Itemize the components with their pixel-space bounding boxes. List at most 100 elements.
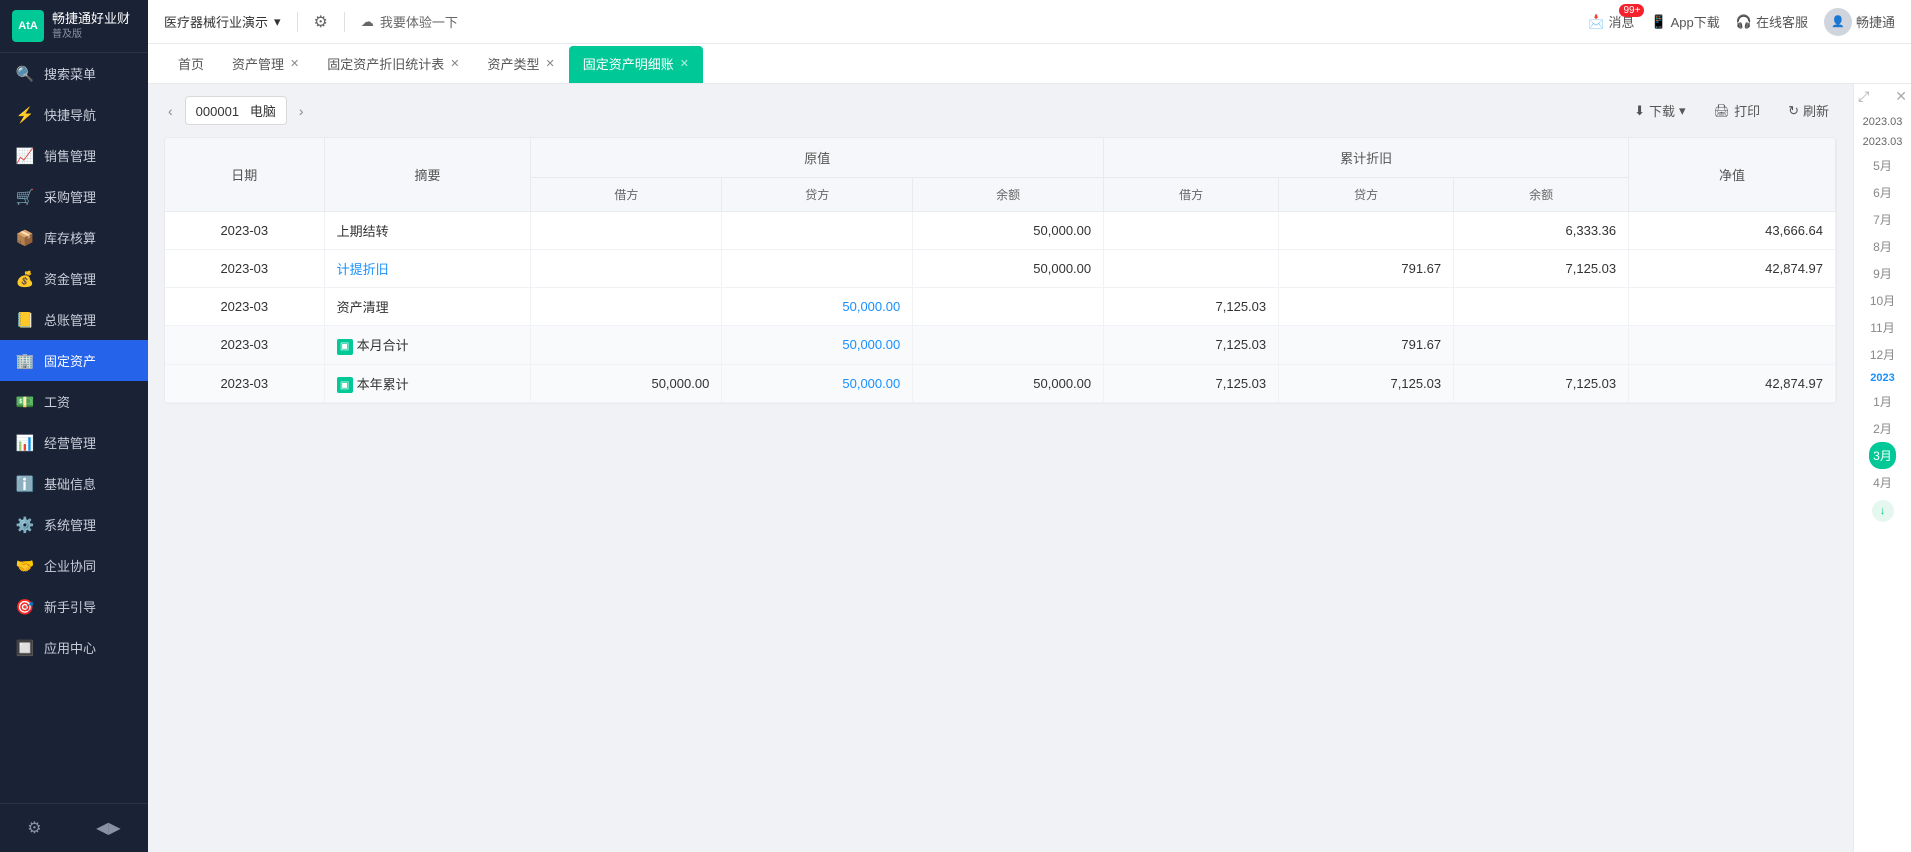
customer-service-label: 在线客服 [1756,12,1808,31]
search-icon: 🔍 [16,65,34,83]
tab-asset-mgmt[interactable]: 资产管理 ✕ [218,46,313,83]
company-selector[interactable]: 医疗器械行业演示 ▾ [164,12,281,31]
detail-table-container: 日期 摘要 原值 累计折旧 净值 借方 贷方 余额 借方 贷方 余额 [164,137,1837,404]
user-btn[interactable]: 👤 畅捷通 [1824,8,1895,36]
handshake-icon: 🤝 [16,557,34,575]
next-asset-btn[interactable]: › [295,101,308,121]
sidebar-item-salary[interactable]: 💵 工资 [0,381,148,422]
cell-dep-debit: 7,125.03 [1104,364,1279,403]
timeline-expand-btn[interactable]: ⤢ [1858,88,1869,105]
timeline-header-1: 2023.03 [1863,112,1903,132]
cell-orig-debit [531,326,722,365]
sidebar-item-fixed-assets[interactable]: 🏢 固定资产 [0,340,148,381]
salary-icon: 💵 [16,393,34,411]
sidebar-item-label: 搜索菜单 [44,64,96,83]
sidebar-bottom: ⚙ ◀▶ [0,803,148,852]
app-download-btn[interactable]: 📱 App下载 [1650,12,1719,31]
timeline-year-2023: 2023 [1870,368,1894,388]
cell-net-value: 42,874.97 [1629,364,1836,403]
print-btn[interactable]: 🖨 打印 [1706,97,1769,124]
timeline-month[interactable]: 8月 [1866,233,1899,260]
sidebar-item-capital[interactable]: 💰 资金管理 [0,258,148,299]
sidebar-item-search[interactable]: 🔍 搜索菜单 [0,53,148,94]
download-label: 下载 [1649,101,1675,120]
sidebar-item-quick-nav[interactable]: ⚡ 快捷导航 [0,94,148,135]
tab-asset-detail[interactable]: 固定资产明细账 ✕ [569,46,703,83]
lightning-icon: ⚡ [16,106,34,124]
notification-btn[interactable]: 📩 消息 99+ [1588,12,1634,31]
sidebar-item-label: 基础信息 [44,474,96,493]
cell-date: 2023-03 [165,212,324,250]
sidebar-item-label: 资金管理 [44,269,96,288]
cell-summary: 上期结转 [324,212,531,250]
sidebar-item-label: 固定资产 [44,351,96,370]
tab-asset-type[interactable]: 资产类型 ✕ [473,46,568,83]
sidebar-item-label: 总账管理 [44,310,96,329]
download-icon: ⬇ [1634,103,1645,119]
cart-icon: 🛒 [16,188,34,206]
sidebar-item-basic-info[interactable]: ℹ️ 基础信息 [0,463,148,504]
cell-orig-credit: 50,000.00 [722,364,913,403]
sidebar-item-guide[interactable]: 🎯 新手引导 [0,586,148,627]
cell-orig-debit [531,250,722,288]
timeline-month[interactable]: 4月 [1865,469,1900,496]
tab-close-icon[interactable]: ✕ [680,57,689,70]
cell-net-value [1629,288,1836,326]
timeline-month[interactable]: 11月 [1866,314,1899,341]
timeline-month[interactable]: 5月 [1866,152,1899,179]
sidebar-item-system[interactable]: ⚙️ 系统管理 [0,504,148,545]
sidebar-item-ledger[interactable]: 📒 总账管理 [0,299,148,340]
tab-label: 资产类型 [487,54,539,73]
company-name: 医疗器械行业演示 [164,12,268,31]
tab-close-icon[interactable]: ✕ [546,57,555,70]
cell-net-value: 42,874.97 [1629,250,1836,288]
cell-orig-credit: 50,000.00 [722,288,913,326]
customer-service-btn[interactable]: 🎧 在线客服 [1736,12,1808,31]
sidebar-nav: 🔍 搜索菜单 ⚡ 快捷导航 📈 销售管理 🛒 采购管理 📦 库存核算 💰 资金管… [0,53,148,803]
cell-orig-credit: 50,000.00 [722,326,913,365]
tab-label: 资产管理 [232,54,284,73]
sidebar-item-label: 新手引导 [44,597,96,616]
timeline-month[interactable]: 1月 [1865,388,1900,415]
col-date: 日期 [165,138,324,212]
refresh-btn[interactable]: ↻ 刷新 [1780,97,1837,124]
tab-close-icon[interactable]: ✕ [450,57,459,70]
tab-depreciation-table[interactable]: 固定资产折旧统计表 ✕ [313,46,473,83]
cell-date: 2023-03 [165,288,324,326]
timeline-close-btn[interactable]: ✕ [1895,88,1907,105]
tab-home[interactable]: 首页 [164,46,218,83]
col-orig-balance: 余额 [913,178,1104,212]
timeline-month[interactable]: 7月 [1866,206,1899,233]
timeline-scroll-down[interactable]: ↓ [1872,500,1894,522]
timeline-month[interactable]: 3月 [1869,442,1896,469]
sidebar-item-inventory[interactable]: 📦 库存核算 [0,217,148,258]
timeline-month[interactable]: 2月 [1865,415,1900,442]
tab-label: 首页 [178,54,204,73]
cell-dep-debit: 7,125.03 [1104,326,1279,365]
settings-gear-icon[interactable]: ⚙ [314,12,328,32]
cell-dep-credit: 7,125.03 [1279,364,1454,403]
download-btn[interactable]: ⬇ 下载 ▾ [1626,97,1693,124]
tab-close-icon[interactable]: ✕ [290,57,299,70]
prev-asset-btn[interactable]: ‹ [164,101,177,121]
experience-btn[interactable]: ☁ 我要体验一下 [361,12,458,31]
sidebar-item-purchase[interactable]: 🛒 采购管理 [0,176,148,217]
content-area: ‹ 000001 电脑 › ⬇ 下载 ▾ 🖨 打印 [148,84,1911,852]
sidebar-item-app-center[interactable]: 🔲 应用中心 [0,627,148,668]
timeline-month[interactable]: 12月 [1866,341,1899,368]
avatar: 👤 [1824,8,1852,36]
cell-date: 2023-03 [165,364,324,403]
logo-icon: AtA [12,10,44,42]
timeline-month[interactable]: 10月 [1866,287,1899,314]
timeline-month[interactable]: 6月 [1866,179,1899,206]
sidebar-item-sales[interactable]: 📈 销售管理 [0,135,148,176]
timeline-month[interactable]: 9月 [1866,260,1899,287]
headset-icon: 🎧 [1736,14,1752,30]
sidebar-item-operations[interactable]: 📊 经营管理 [0,422,148,463]
collapse-btn[interactable]: ◀▶ [88,814,129,842]
cell-dep-balance: 7,125.03 [1454,250,1629,288]
sidebar-item-enterprise[interactable]: 🤝 企业协同 [0,545,148,586]
settings-btn[interactable]: ⚙ [19,814,49,842]
grid-icon: 🔲 [16,639,34,657]
info-icon: ℹ️ [16,475,34,493]
